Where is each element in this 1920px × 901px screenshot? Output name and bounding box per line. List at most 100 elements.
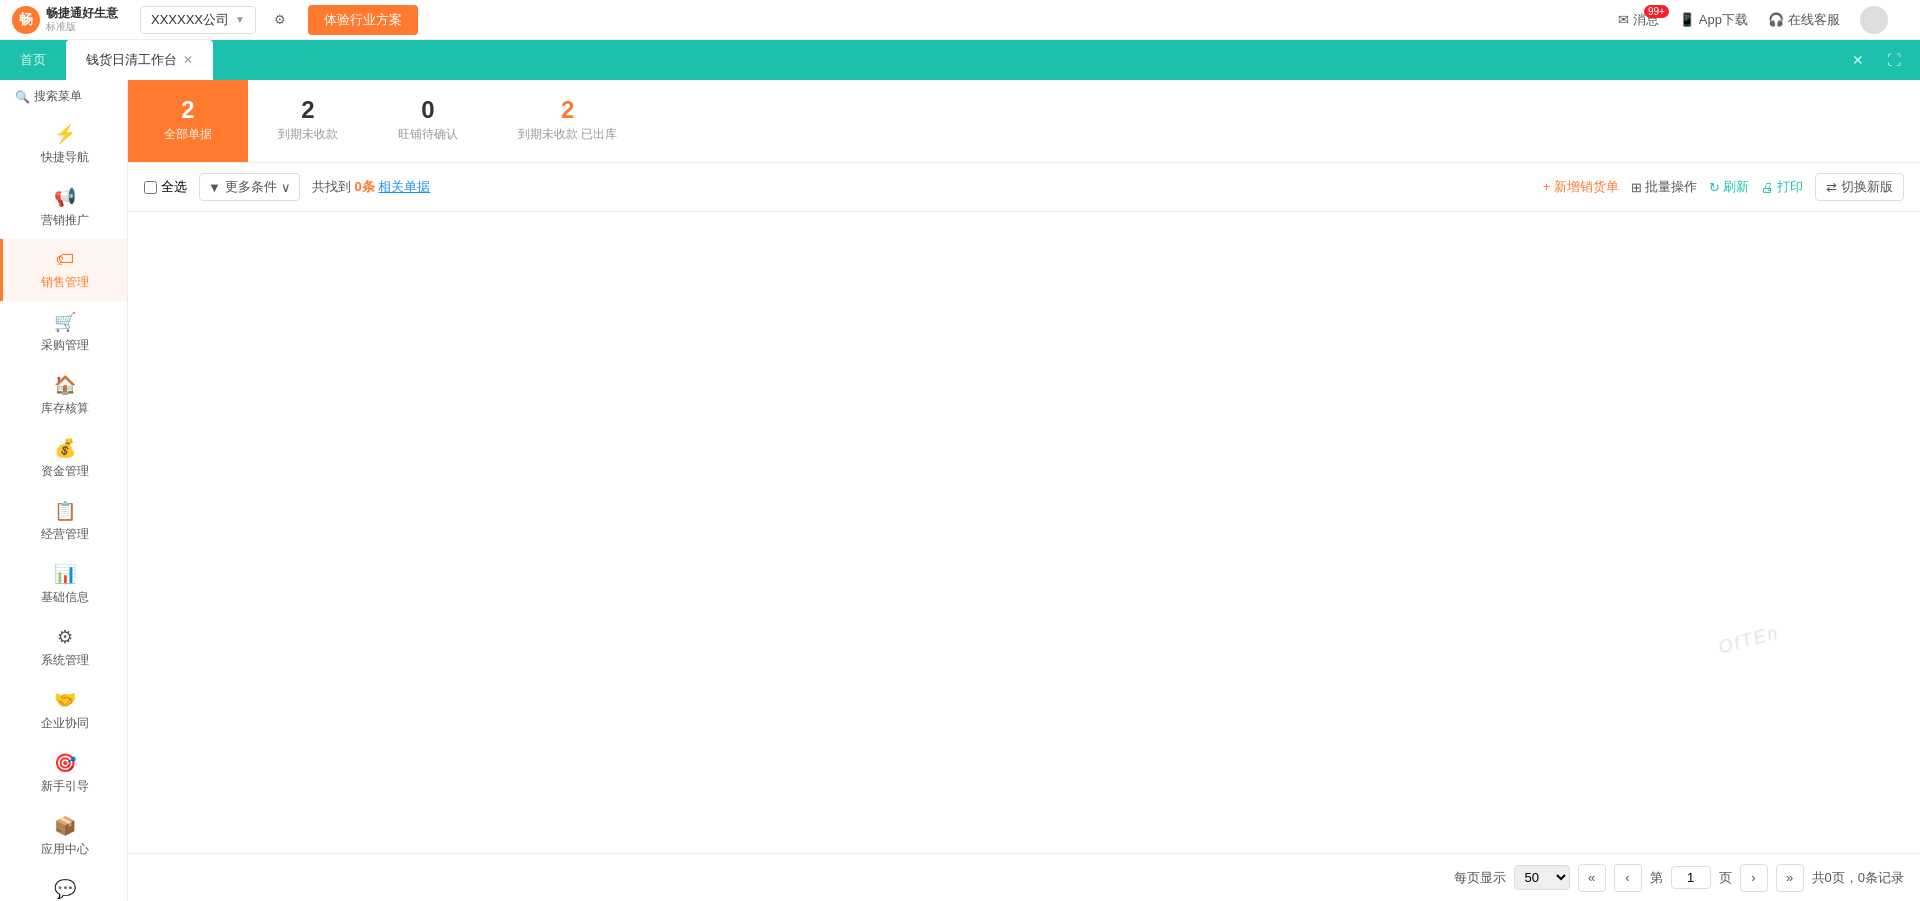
- batch-icon: ⊞: [1631, 180, 1642, 195]
- sidebar-item-operation[interactable]: 📋 经营管理: [0, 490, 127, 553]
- app-download-button[interactable]: 📱 App下载: [1679, 11, 1748, 29]
- switch-label: 切换新版: [1841, 178, 1893, 196]
- sidebar-item-finance[interactable]: 💰 资金管理: [0, 427, 127, 490]
- search-menu-button[interactable]: 🔍 搜索菜单: [0, 80, 127, 113]
- basic-info-label: 基础信息: [41, 589, 89, 606]
- cooperation-icon: 🤝: [54, 689, 76, 711]
- guide-label: 新手引导: [41, 778, 89, 795]
- toolbar-right: + 新增销货单 ⊞ 批量操作 ↻ 刷新 🖨 打印 ⇄ 切换新版: [1543, 173, 1904, 201]
- add-sale-order-button[interactable]: + 新增销货单: [1543, 178, 1619, 196]
- company-selector[interactable]: XXXXXX公司 ▼: [140, 6, 256, 34]
- operation-icon: 📋: [54, 500, 76, 522]
- settings-button[interactable]: ⚙: [264, 4, 296, 36]
- tab-close-all-button[interactable]: ✕: [1844, 46, 1872, 74]
- sidebar-item-guide[interactable]: 🎯 新手引导: [0, 742, 127, 805]
- basic-info-icon: 📊: [54, 563, 76, 585]
- print-button[interactable]: 🖨 打印: [1761, 178, 1803, 196]
- content-area: 2 全部单据 2 到期未收款 0 旺铺待确认 2 到期未收款 已出库 全选: [128, 80, 1920, 901]
- total-text: 共0页，0条记录: [1812, 869, 1904, 887]
- select-all-label: 全选: [161, 178, 187, 196]
- stat-label-pending: 旺铺待确认: [398, 126, 458, 143]
- avatar[interactable]: [1860, 6, 1888, 34]
- pagination-bar: 每页显示 50 100 200 « ‹ 第 页 › » 共0页，0条记录: [128, 853, 1920, 901]
- system-label: 系统管理: [41, 652, 89, 669]
- batch-operation-button[interactable]: ⊞ 批量操作: [1631, 178, 1697, 196]
- switch-icon: ⇄: [1826, 180, 1837, 195]
- page-input[interactable]: [1671, 866, 1711, 889]
- found-link[interactable]: 相关单据: [378, 179, 430, 194]
- stat-label-shipped: 到期未收款 已出库: [518, 126, 617, 143]
- print-label: 打印: [1777, 178, 1803, 196]
- stats-row: 2 全部单据 2 到期未收款 0 旺铺待确认 2 到期未收款 已出库: [128, 80, 1920, 163]
- tab-bar: 首页 钱货日清工作台 ✕ ✕ ⛶: [0, 40, 1920, 80]
- switch-version-button[interactable]: ⇄ 切换新版: [1815, 173, 1904, 201]
- tab-home[interactable]: 首页: [0, 40, 66, 80]
- stat-card-shipped[interactable]: 2 到期未收款 已出库: [488, 80, 647, 162]
- stat-card-pending[interactable]: 0 旺铺待确认: [368, 80, 488, 162]
- company-name: XXXXXX公司: [151, 11, 229, 29]
- message-icon: ✉: [1618, 12, 1629, 27]
- print-icon: 🖨: [1761, 180, 1774, 195]
- stat-card-all[interactable]: 2 全部单据: [128, 80, 248, 162]
- main-layout: 🔍 搜索菜单 ⚡ 快捷导航 📢 营销推广 🏷 销售管理 🛒 采购管理 🏠 库存核…: [0, 80, 1920, 901]
- prev-page-button[interactable]: ‹: [1614, 864, 1642, 892]
- logo-icon: 畅: [12, 6, 40, 34]
- message-badge: 99+: [1644, 5, 1669, 18]
- sidebar-item-sales[interactable]: 🏷 销售管理: [0, 239, 127, 301]
- tab-workbench[interactable]: 钱货日清工作台 ✕: [66, 40, 213, 80]
- tab-close-icon[interactable]: ✕: [183, 53, 193, 67]
- system-icon: ⚙: [57, 626, 73, 648]
- app-sub: 标准版: [46, 21, 118, 33]
- refresh-icon: ↻: [1709, 180, 1720, 195]
- app-download-icon: 📱: [1679, 12, 1695, 27]
- stat-card-overdue[interactable]: 2 到期未收款: [248, 80, 368, 162]
- sidebar-item-purchase[interactable]: 🛒 采购管理: [0, 301, 127, 364]
- marketing-icon: 📢: [54, 186, 76, 208]
- sidebar-item-cooperation[interactable]: 🤝 企业协同: [0, 679, 127, 742]
- search-menu-label: 搜索菜单: [34, 88, 82, 105]
- stat-label-all: 全部单据: [158, 126, 218, 143]
- first-page-button[interactable]: «: [1578, 864, 1606, 892]
- search-icon: 🔍: [15, 90, 30, 104]
- refresh-button[interactable]: ↻ 刷新: [1709, 178, 1749, 196]
- top-header: 畅 畅捷通好生意 标准版 XXXXXX公司 ▼ ⚙ 体验行业方案 ✉ 消息 99…: [0, 0, 1920, 40]
- online-service-button[interactable]: 🎧 在线客服: [1768, 11, 1840, 29]
- sidebar-item-app-center[interactable]: 📦 应用中心: [0, 805, 127, 868]
- filter-icon: ▼: [208, 180, 221, 195]
- select-all-checkbox[interactable]: 全选: [144, 178, 187, 196]
- tab-workbench-label: 钱货日清工作台: [86, 51, 177, 69]
- trial-button[interactable]: 体验行业方案: [308, 5, 418, 35]
- finance-icon: 💰: [54, 437, 76, 459]
- tab-home-label: 首页: [20, 51, 46, 69]
- inventory-label: 库存核算: [41, 400, 89, 417]
- weixin-icon: 💬: [54, 878, 76, 900]
- sidebar-item-basic-info[interactable]: 📊 基础信息: [0, 553, 127, 616]
- app-download-label: App下载: [1699, 11, 1748, 29]
- app-center-icon: 📦: [54, 815, 76, 837]
- quick-nav-label: 快捷导航: [41, 149, 89, 166]
- stat-num-overdue: 2: [278, 96, 338, 124]
- select-all-input[interactable]: [144, 181, 157, 194]
- tab-expand-button[interactable]: ⛶: [1880, 46, 1908, 74]
- table-area: [128, 212, 1920, 853]
- page-label: 第: [1650, 869, 1663, 887]
- sidebar-item-weixin[interactable]: 💬 企业微信: [0, 868, 127, 901]
- online-service-label: 在线客服: [1788, 11, 1840, 29]
- next-page-button[interactable]: ›: [1740, 864, 1768, 892]
- purchase-label: 采购管理: [41, 337, 89, 354]
- filter-label: 更多条件: [225, 178, 277, 196]
- stat-label-overdue: 到期未收款: [278, 126, 338, 143]
- sidebar-item-system[interactable]: ⚙ 系统管理: [0, 616, 127, 679]
- found-count: 0条: [355, 179, 375, 194]
- page-size-select[interactable]: 50 100 200: [1514, 865, 1570, 890]
- quick-nav-icon: ⚡: [54, 123, 76, 145]
- sidebar-item-inventory[interactable]: 🏠 库存核算: [0, 364, 127, 427]
- last-page-button[interactable]: »: [1776, 864, 1804, 892]
- message-button[interactable]: ✉ 消息 99+: [1618, 11, 1659, 29]
- guide-icon: 🎯: [54, 752, 76, 774]
- sidebar-item-quick-nav[interactable]: ⚡ 快捷导航: [0, 113, 127, 176]
- filter-button[interactable]: ▼ 更多条件 ∨: [199, 173, 300, 201]
- sales-icon: 🏷: [56, 249, 74, 270]
- sidebar-item-marketing[interactable]: 📢 营销推广: [0, 176, 127, 239]
- found-prefix: 共找到: [312, 179, 351, 194]
